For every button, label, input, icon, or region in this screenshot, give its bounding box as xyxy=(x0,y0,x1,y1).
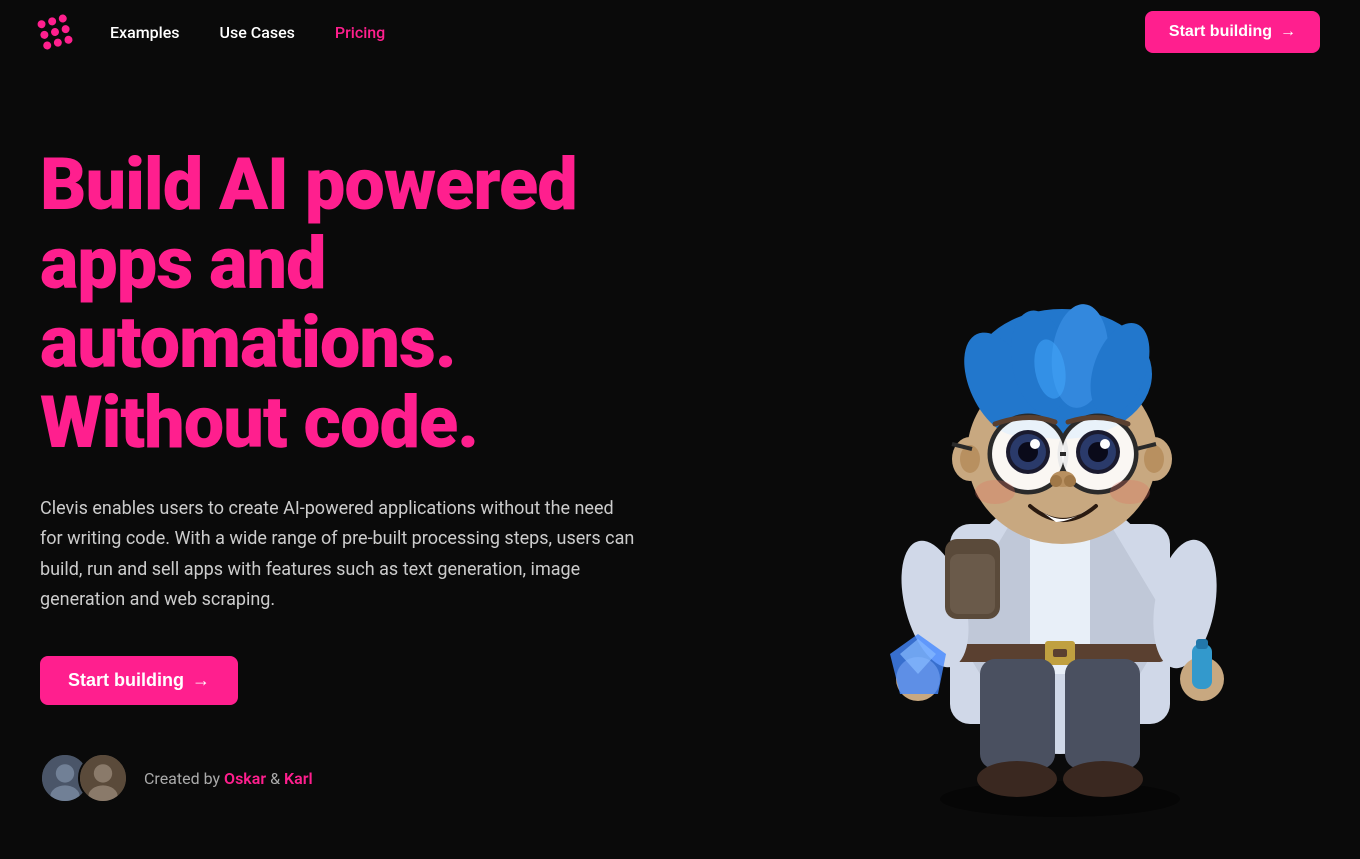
nav-cta-label: Start building xyxy=(1169,23,1272,41)
nav-left: Examples Use Cases Pricing xyxy=(40,17,385,47)
hero-title-line3: automations. xyxy=(40,300,456,385)
logo-icon xyxy=(37,14,74,51)
creators-section: Created by Oskar & Karl xyxy=(40,753,660,803)
nav-use-cases[interactable]: Use Cases xyxy=(220,23,295,42)
karl-avatar-image xyxy=(80,753,126,803)
hero-content: Build AI powered apps and automations. W… xyxy=(40,145,660,803)
avatar-karl xyxy=(78,753,128,803)
hero-title: Build AI powered apps and automations. W… xyxy=(40,145,660,462)
nav-examples[interactable]: Examples xyxy=(110,23,180,42)
creator-karl-link[interactable]: Karl xyxy=(284,769,313,788)
nav-pricing[interactable]: Pricing xyxy=(335,23,385,42)
mascot-svg xyxy=(800,244,1320,824)
hero-description: Clevis enables users to create AI-powere… xyxy=(40,494,640,616)
hero-title-line2: apps and xyxy=(40,221,326,306)
hero-cta-arrow: → xyxy=(192,670,210,691)
creator-oskar-link[interactable]: Oskar xyxy=(224,769,266,788)
logo[interactable] xyxy=(40,17,70,47)
hero-title-line4: Without code. xyxy=(40,380,478,465)
nav-start-building-button[interactable]: Start building → xyxy=(1145,11,1320,53)
hero-section: Build AI powered apps and automations. W… xyxy=(0,64,1360,824)
mascot xyxy=(800,244,1320,824)
hero-start-building-button[interactable]: Start building → xyxy=(40,656,238,705)
avatars xyxy=(40,753,128,803)
hero-image-area xyxy=(660,124,1320,824)
creators-text: Created by Oskar & Karl xyxy=(144,769,313,788)
nav-cta-arrow: → xyxy=(1280,23,1296,41)
hero-title-line1: Build AI powered xyxy=(40,142,577,227)
hero-cta-label: Start building xyxy=(68,670,184,691)
navbar: Examples Use Cases Pricing Start buildin… xyxy=(0,0,1360,64)
